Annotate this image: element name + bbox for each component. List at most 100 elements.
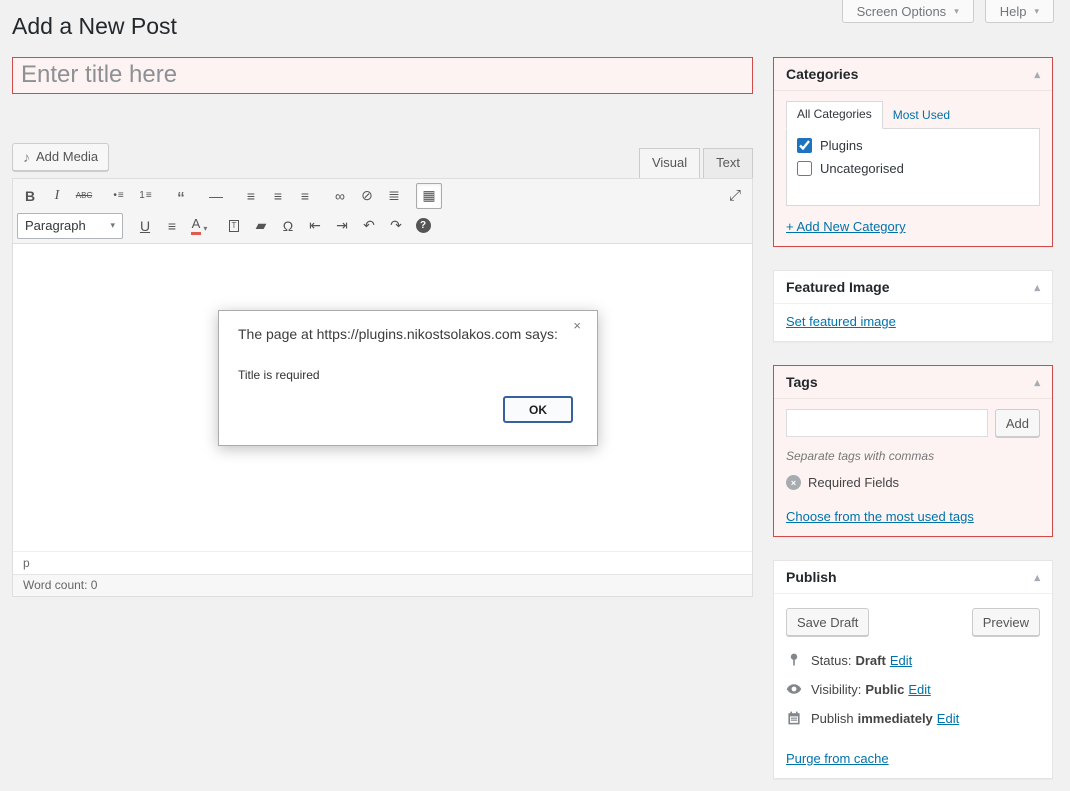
tab-all-categories[interactable]: All Categories xyxy=(786,101,883,129)
toolbar-separator xyxy=(98,195,105,196)
status-text: Status: Draft Edit xyxy=(811,653,912,668)
publish-body: Save Draft Preview Status: Draft Edit Vi… xyxy=(774,594,1052,778)
publish-header: Publish ▴ xyxy=(774,561,1052,594)
toolbar-separator xyxy=(213,225,220,226)
unlink-icon[interactable]: ⊘ xyxy=(354,183,380,209)
status-label: Status: xyxy=(811,652,852,668)
collapse-arrow-icon[interactable]: ▴ xyxy=(1034,68,1040,81)
preview-button[interactable]: Preview xyxy=(971,608,1040,636)
align-right-icon[interactable]: ≡ xyxy=(292,183,318,209)
paragraph-select[interactable]: Paragraph xyxy=(17,212,123,239)
edit-schedule-link[interactable]: Edit xyxy=(937,711,959,726)
toolbar-separator xyxy=(195,195,202,196)
tab-most-used[interactable]: Most Used xyxy=(883,103,960,129)
edit-status-link[interactable]: Edit xyxy=(890,653,912,668)
required-fields-note: × Required Fields xyxy=(786,475,1040,490)
indent-icon[interactable]: ⇥ xyxy=(329,213,355,239)
help-icon[interactable]: ? xyxy=(410,213,436,239)
collapse-arrow-icon[interactable]: ▴ xyxy=(1034,376,1040,389)
add-new-category-link[interactable]: + Add New Category xyxy=(786,219,906,234)
publish-actions: Save Draft Preview xyxy=(786,608,1040,636)
justify-icon[interactable]: ≡ xyxy=(159,213,185,239)
redo-icon[interactable]: ↷ xyxy=(383,213,409,239)
add-media-label: Add Media xyxy=(36,149,99,165)
category-checkbox-uncategorised[interactable] xyxy=(797,161,812,176)
schedule-row: Publish immediately Edit xyxy=(786,710,1040,726)
fullscreen-icon[interactable]: ⤢ xyxy=(722,183,748,209)
numbered-list-icon[interactable]: 1≡ xyxy=(133,183,159,209)
special-character-icon[interactable]: Ω xyxy=(275,213,301,239)
publish-value: immediately xyxy=(857,710,933,726)
screen-options-button[interactable]: Screen Options xyxy=(841,0,974,23)
categories-list[interactable]: Plugins Uncategorised xyxy=(786,128,1040,206)
post-title-input[interactable] xyxy=(12,56,753,94)
ok-button[interactable]: OK xyxy=(503,396,573,423)
required-fields-label: Required Fields xyxy=(808,475,900,490)
featured-image-body: Set featured image xyxy=(774,304,1052,341)
save-draft-button[interactable]: Save Draft xyxy=(786,608,870,636)
purge-from-cache-link[interactable]: Purge from cache xyxy=(786,751,889,766)
toolbar-toggle-icon[interactable]: ▦ xyxy=(416,182,442,209)
set-featured-image-link[interactable]: Set featured image xyxy=(786,314,896,329)
categories-panel: Categories ▴ All Categories Most Used Pl… xyxy=(773,57,1053,247)
word-count: Word count: 0 xyxy=(23,578,98,593)
blockquote-icon[interactable]: “ xyxy=(168,183,194,210)
edit-visibility-link[interactable]: Edit xyxy=(908,682,930,697)
undo-icon[interactable]: ↶ xyxy=(356,213,382,239)
paste-as-text-glyph: T xyxy=(228,219,240,232)
tab-text[interactable]: Text xyxy=(703,147,753,178)
choose-most-used-tags-link[interactable]: Choose from the most used tags xyxy=(786,509,974,524)
text-color-letter: A xyxy=(190,216,202,235)
category-label: Plugins xyxy=(820,138,863,153)
collapse-arrow-icon[interactable]: ▴ xyxy=(1034,571,1040,584)
screen-meta-links: Screen Options Help xyxy=(841,0,1054,23)
text-color-icon[interactable]: A xyxy=(186,213,212,239)
toolbar-row-1: B I ABC •≡ 1≡ “ — ≡ ≡ ≡ ∞ ⊘ ≣ ▦ ⤢ xyxy=(17,181,748,211)
tags-input[interactable] xyxy=(786,409,988,437)
sidebar: Categories ▴ All Categories Most Used Pl… xyxy=(773,57,1053,791)
editor-toolbar: B I ABC •≡ 1≡ “ — ≡ ≡ ≡ ∞ ⊘ ≣ ▦ ⤢ Paragr… xyxy=(13,178,752,244)
alert-message: Title is required xyxy=(238,368,320,382)
toolbar-row-2: Paragraph U ≡ A T ▰ Ω ⇤ ⇥ ↶ xyxy=(17,211,748,241)
help-button[interactable]: Help xyxy=(984,0,1054,23)
editor-path: p xyxy=(23,555,30,570)
italic-icon[interactable]: I xyxy=(44,183,70,209)
tags-body: Add Separate tags with commas × Required… xyxy=(774,399,1052,536)
strikethrough-icon[interactable]: ABC xyxy=(71,183,97,209)
horizontal-rule-icon[interactable]: — xyxy=(203,183,229,209)
underline-icon[interactable]: U xyxy=(132,213,158,239)
bullet-list-icon[interactable]: •≡ xyxy=(106,183,132,209)
visibility-label: Visibility: xyxy=(811,681,862,697)
clear-formatting-icon[interactable]: ▰ xyxy=(248,213,274,239)
visibility-value: Public xyxy=(865,681,905,697)
alert-actions: OK xyxy=(219,382,597,423)
outdent-icon[interactable]: ⇤ xyxy=(302,213,328,239)
toolbar-separator xyxy=(160,195,167,196)
align-center-icon[interactable]: ≡ xyxy=(265,183,291,209)
link-icon[interactable]: ∞ xyxy=(327,183,353,209)
publish-panel: Publish ▴ Save Draft Preview Status: Draf… xyxy=(773,560,1053,779)
add-tag-button[interactable]: Add xyxy=(994,409,1040,437)
align-left-icon[interactable]: ≡ xyxy=(238,183,264,209)
tags-hint: Separate tags with commas xyxy=(786,449,935,463)
add-media-button[interactable]: ♪ Add Media xyxy=(12,142,110,171)
more-tag-icon[interactable]: ≣ xyxy=(381,183,407,209)
category-checkbox-plugins[interactable] xyxy=(797,138,812,153)
dismiss-icon: × xyxy=(786,475,801,490)
close-icon[interactable]: × xyxy=(567,317,587,334)
toolbar-separator xyxy=(319,195,326,196)
visibility-text: Visibility: Public Edit xyxy=(811,682,931,697)
bold-icon[interactable]: B xyxy=(17,183,43,209)
editor-path-bar: p xyxy=(13,550,752,574)
word-count-bar: Word count: 0 xyxy=(13,573,752,596)
categories-tabs: All Categories Most Used xyxy=(786,101,1040,129)
toolbar-separator xyxy=(230,195,237,196)
editor-mode-tabs: Visual Text xyxy=(636,147,753,178)
page: Screen Options Help Add a New Post ♪ Add… xyxy=(0,0,1070,791)
tags-header: Tags ▴ xyxy=(774,366,1052,399)
paste-as-text-icon[interactable]: T xyxy=(221,213,247,239)
collapse-arrow-icon[interactable]: ▴ xyxy=(1034,281,1040,294)
tab-visual[interactable]: Visual xyxy=(638,147,701,178)
media-icon: ♪ xyxy=(23,148,30,165)
status-value: Draft xyxy=(855,652,886,668)
